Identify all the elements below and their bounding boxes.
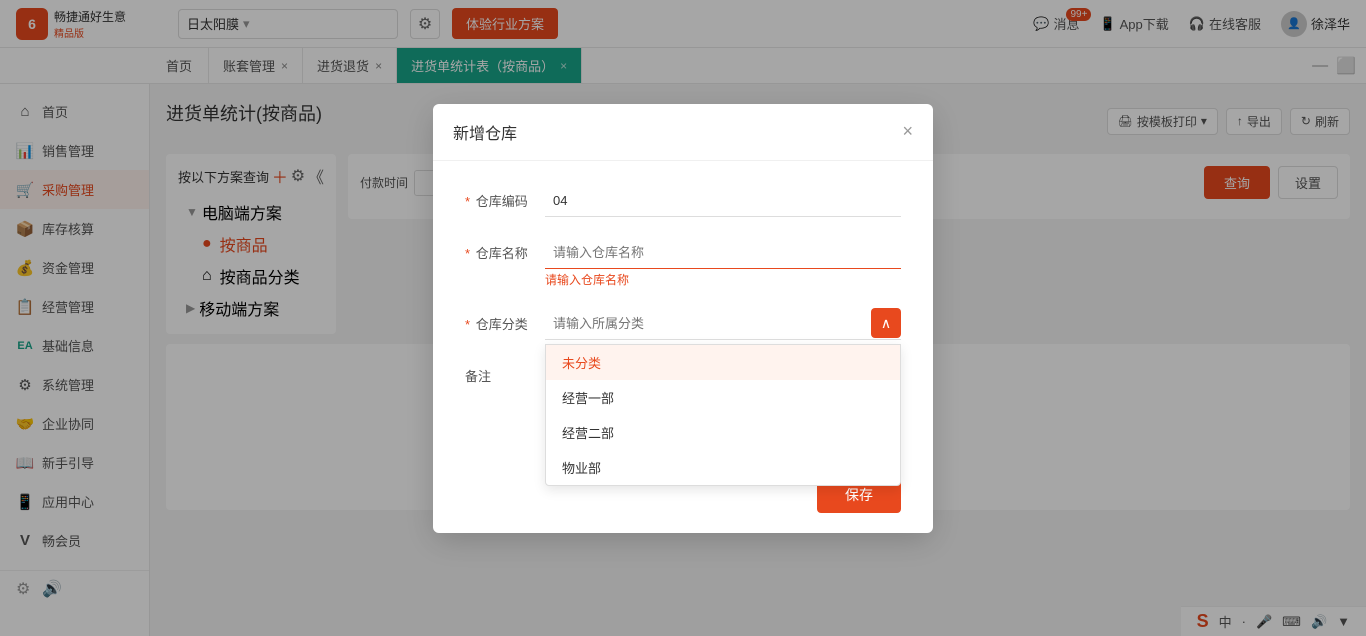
- category-label: * 仓库分类: [465, 308, 545, 333]
- name-required-mark: *: [465, 246, 470, 261]
- name-form-row: * 仓库名称 请输入仓库名称: [465, 237, 901, 288]
- name-label: * 仓库名称: [465, 237, 545, 262]
- category-dropdown-row: ∧: [545, 308, 901, 340]
- dropdown-toggle-button[interactable]: ∧: [871, 308, 901, 338]
- add-warehouse-dialog: 新增仓库 × * 仓库编码 * 仓库名称: [433, 104, 933, 533]
- dropdown-item-property[interactable]: 物业部: [546, 450, 900, 485]
- category-field-control: ∧ 未分类 经营一部 经营二部 物业部: [545, 308, 901, 340]
- dropdown-item-dept2[interactable]: 经营二部: [546, 415, 900, 450]
- category-dropdown-list: 未分类 经营一部 经营二部 物业部: [545, 344, 901, 486]
- dialog-title: 新增仓库: [453, 120, 517, 144]
- category-form-row: * 仓库分类 ∧ 未分类 经营一部 经营二部 物业部: [465, 308, 901, 340]
- dialog-overlay[interactable]: 新增仓库 × * 仓库编码 * 仓库名称: [0, 0, 1366, 636]
- code-label-text: 仓库编码: [476, 194, 528, 209]
- code-form-row: * 仓库编码: [465, 185, 901, 217]
- code-label: * 仓库编码: [465, 185, 545, 210]
- note-label: 备注: [465, 360, 545, 385]
- category-input[interactable]: [545, 308, 871, 339]
- dialog-body: * 仓库编码 * 仓库名称 请输入仓库名称: [433, 161, 933, 465]
- code-input[interactable]: [545, 185, 901, 217]
- dialog-close-button[interactable]: ×: [902, 121, 913, 142]
- code-field-control: [545, 185, 901, 217]
- dialog-header: 新增仓库 ×: [433, 104, 933, 161]
- name-input[interactable]: [545, 237, 901, 269]
- name-label-text: 仓库名称: [476, 246, 528, 261]
- code-required-mark: *: [465, 194, 470, 209]
- name-error-msg: 请输入仓库名称: [545, 271, 901, 288]
- category-label-text: 仓库分类: [476, 317, 528, 332]
- dropdown-item-unclassified[interactable]: 未分类: [546, 345, 900, 380]
- category-required-mark: *: [465, 317, 470, 332]
- dropdown-item-dept1[interactable]: 经营一部: [546, 380, 900, 415]
- name-field-control: 请输入仓库名称: [545, 237, 901, 288]
